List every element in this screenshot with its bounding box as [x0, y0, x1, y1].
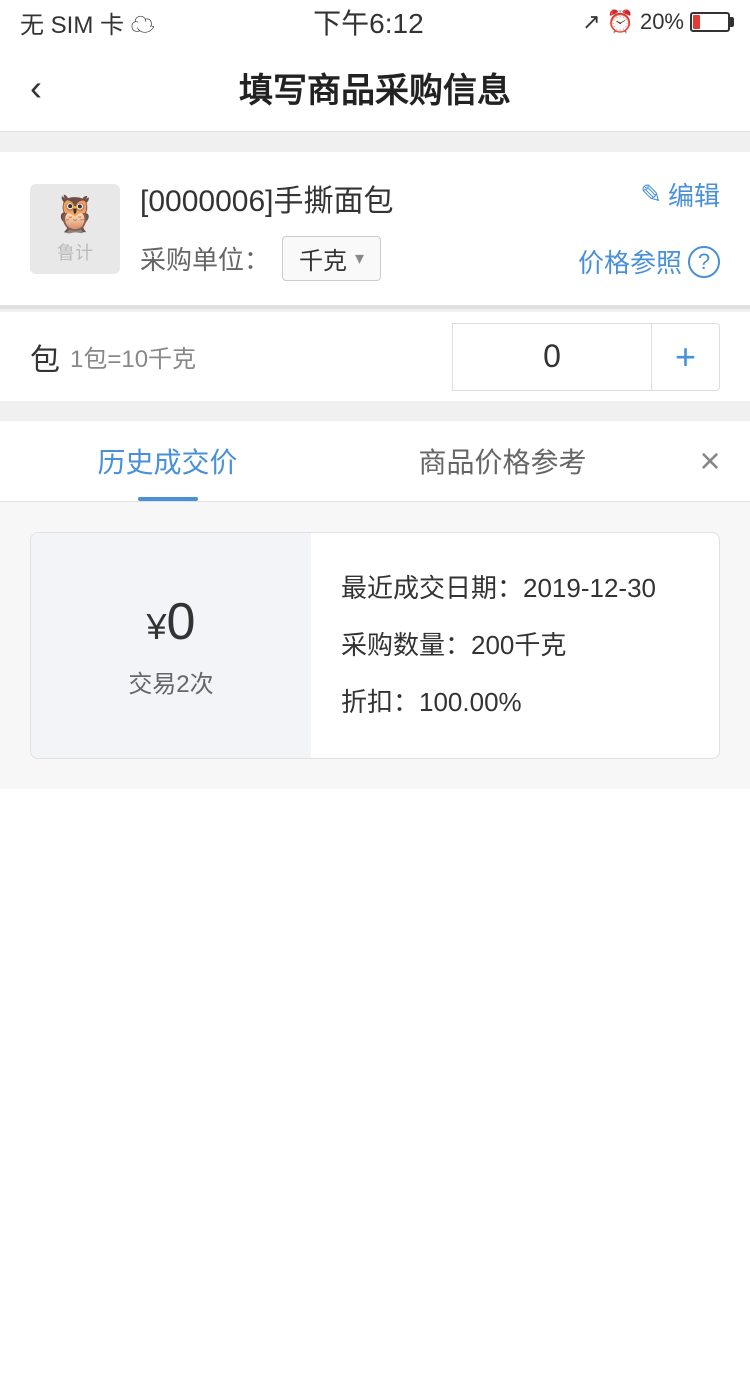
quantity-section: 包 1包=10千克 +	[0, 311, 750, 401]
sim-label: 无 SIM 卡 ☁	[20, 5, 155, 40]
product-thumbnail: 🦉 鲁计	[30, 184, 120, 274]
purchase-qty-label: 采购数量：	[341, 630, 471, 660]
separator	[0, 305, 750, 309]
edit-button[interactable]: ✎ 编辑	[640, 176, 720, 213]
product-right: ✎ 编辑 价格参照 ?	[578, 176, 720, 280]
location-icon: ↗	[582, 9, 600, 35]
back-button[interactable]: ‹	[30, 57, 52, 119]
product-logo: 🦉	[53, 193, 98, 235]
alarm-icon: ⏰	[607, 9, 634, 35]
help-icon: ?	[688, 246, 720, 278]
discount-row: 折扣：100.00%	[341, 683, 689, 722]
page-title: 填写商品采购信息	[239, 63, 511, 112]
price-ref-button[interactable]: 价格参照 ?	[578, 243, 720, 280]
trade-date-row: 最近成交日期：2019-12-30	[341, 569, 689, 608]
logo-text: 鲁计	[57, 239, 93, 265]
tab-history-label: 历史成交价	[97, 441, 237, 481]
trade-date-label: 最近成交日期：	[341, 573, 523, 603]
battery-icon	[690, 12, 730, 32]
unit-selector[interactable]: 千克 ▾	[282, 236, 381, 281]
quantity-input-group: +	[452, 323, 720, 391]
price-symbol: ¥	[147, 606, 167, 647]
purchase-qty-row: 采购数量：200千克	[341, 626, 689, 665]
tab-history-price[interactable]: 历史成交价	[0, 421, 335, 501]
tab-price-ref-label: 商品价格参考	[418, 441, 586, 481]
tab-active-indicator	[138, 497, 198, 501]
unit-value: 千克	[299, 241, 347, 276]
product-info: [0000006]手撕面包 采购单位： 千克 ▾	[140, 176, 393, 281]
quantity-input[interactable]	[452, 323, 652, 391]
unit-conversion: 1包=10千克	[70, 339, 196, 374]
unit-emoji: 包	[30, 335, 60, 379]
purchase-qty-value: 200千克	[471, 630, 566, 660]
price-card: ¥0 交易2次 最近成交日期：2019-12-30 采购数量：200千克 折扣：…	[30, 532, 720, 759]
status-time: 下午6:12	[313, 2, 424, 42]
price-ref-label: 价格参照	[578, 243, 682, 280]
edit-label: 编辑	[668, 176, 720, 213]
dropdown-arrow-icon: ▾	[355, 248, 364, 269]
tabs-header: 历史成交价 商品价格参考 ×	[0, 421, 750, 502]
unit-label: 采购单位：	[140, 240, 270, 277]
nav-bar: ‹ 填写商品采购信息	[0, 44, 750, 132]
discount-label: 折扣：	[341, 687, 419, 717]
trade-count: 交易2次	[128, 664, 213, 699]
quantity-add-button[interactable]: +	[652, 323, 720, 391]
discount-value: 100.00%	[419, 687, 522, 717]
tabs-section: 历史成交价 商品价格参考 × ¥0 交易2次 最近成交日期：2019-12-30…	[0, 421, 750, 789]
status-left: 无 SIM 卡 ☁	[20, 5, 155, 40]
bottom-area	[0, 789, 750, 1389]
edit-icon: ✎	[640, 179, 662, 210]
price-left-panel: ¥0 交易2次	[31, 533, 311, 758]
unit-label-row: 包 1包=10千克	[30, 335, 196, 379]
price-amount: 0	[167, 593, 196, 651]
status-bar: 无 SIM 卡 ☁ 下午6:12 ↗ ⏰ 20%	[0, 0, 750, 44]
tab-price-reference[interactable]: 商品价格参考	[335, 421, 670, 501]
product-name: [0000006]手撕面包	[140, 176, 393, 220]
product-left: 🦉 鲁计 [0000006]手撕面包 采购单位： 千克 ▾	[30, 176, 393, 281]
battery-percent: 20%	[640, 9, 684, 35]
price-right-panel: 最近成交日期：2019-12-30 采购数量：200千克 折扣：100.00%	[311, 533, 719, 758]
trade-date-value: 2019-12-30	[523, 573, 656, 603]
history-content: ¥0 交易2次 最近成交日期：2019-12-30 采购数量：200千克 折扣：…	[0, 502, 750, 789]
product-top-row: 🦉 鲁计 [0000006]手撕面包 采购单位： 千克 ▾ ✎ 编辑	[30, 176, 720, 281]
tabs-close-button[interactable]: ×	[670, 421, 750, 501]
unit-row: 采购单位： 千克 ▾	[140, 236, 393, 281]
status-right: ↗ ⏰ 20%	[582, 9, 730, 35]
product-card: 🦉 鲁计 [0000006]手撕面包 采购单位： 千克 ▾ ✎ 编辑	[0, 152, 750, 305]
price-value: ¥0	[147, 592, 196, 652]
